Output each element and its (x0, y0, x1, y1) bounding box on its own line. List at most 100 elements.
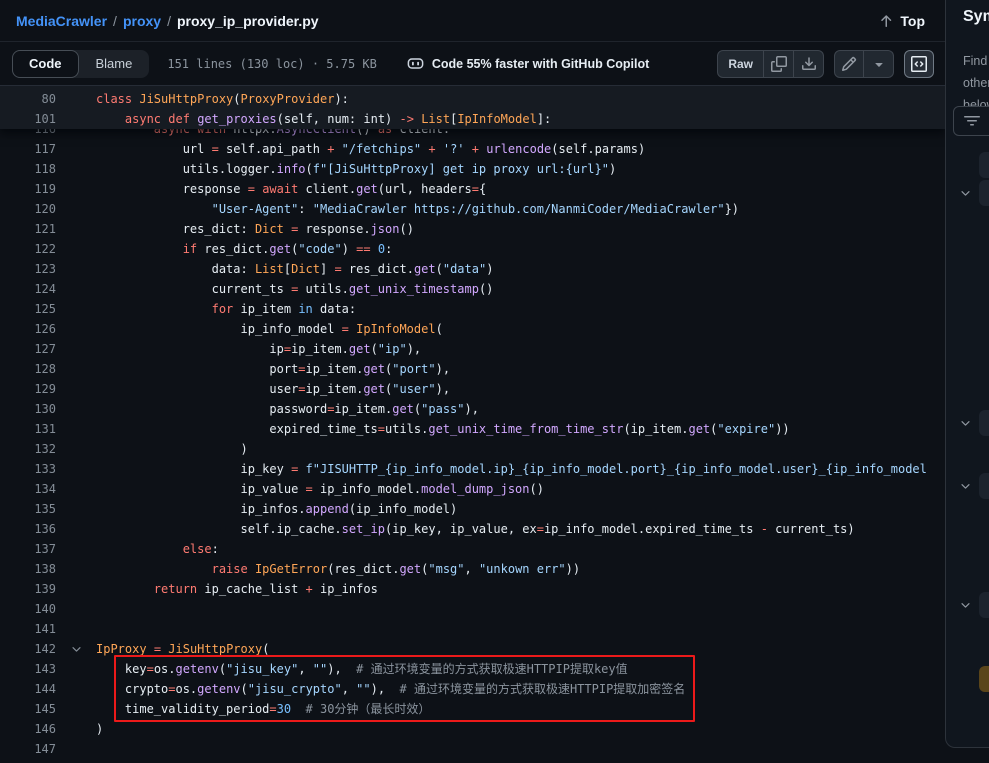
symbols-heading: Symbols (963, 8, 989, 26)
symbol-pill[interactable] (979, 473, 989, 499)
symbol-item[interactable] (946, 180, 989, 206)
code-text: key=os.getenv("jisu_key", ""), # 通过环境变量的… (96, 659, 628, 679)
code-line-136: 136 self.ip_cache.set_ip(ip_key, ip_valu… (0, 519, 945, 539)
code-text: ) (96, 439, 248, 459)
code-text: ip=ip_item.get("ip"), (96, 339, 421, 359)
code-line-120: 120 "User-Agent": "MediaCrawler https://… (0, 199, 945, 219)
chevron-down-icon[interactable] (959, 480, 972, 498)
code-line-135: 135 ip_infos.append(ip_info_model) (0, 499, 945, 519)
symbol-pill[interactable] (979, 152, 989, 178)
line-number[interactable]: 130 (0, 399, 56, 419)
line-number[interactable]: 123 (0, 259, 56, 279)
symbols-filter-button[interactable] (953, 106, 989, 136)
line-number[interactable]: 122 (0, 239, 56, 259)
code-text: ip_info_model = IpInfoModel( (96, 319, 443, 339)
symbols-panel-toggle[interactable] (904, 50, 934, 78)
code-line-138: 138 raise IpGetError(res_dict.get("msg",… (0, 559, 945, 579)
line-gutter (56, 499, 96, 519)
symbol-item[interactable] (946, 592, 989, 618)
line-number[interactable]: 117 (0, 139, 56, 159)
fold-toggle-chevron-icon[interactable] (56, 639, 96, 659)
line-number[interactable]: 134 (0, 479, 56, 499)
line-number[interactable]: 139 (0, 579, 56, 599)
download-button[interactable] (794, 50, 824, 78)
line-number[interactable]: 136 (0, 519, 56, 539)
line-number[interactable]: 143 (0, 659, 56, 679)
code-text: expired_time_ts=utils.get_unix_time_from… (96, 419, 790, 439)
line-gutter (56, 359, 96, 379)
copilot-banner[interactable]: Code 55% faster with GitHub Copilot (407, 55, 649, 72)
line-number[interactable]: 125 (0, 299, 56, 319)
line-number[interactable]: 118 (0, 159, 56, 179)
code-line-131: 131 expired_time_ts=utils.get_unix_time_… (0, 419, 945, 439)
code-line-126: 126 ip_info_model = IpInfoModel( (0, 319, 945, 339)
tab-blame[interactable]: Blame (79, 50, 150, 78)
raw-button[interactable]: Raw (717, 50, 764, 78)
breadcrumb-repo-link[interactable]: MediaCrawler (16, 13, 107, 29)
symbol-item[interactable] (946, 666, 989, 692)
line-number[interactable]: 144 (0, 679, 56, 699)
line-gutter (56, 299, 96, 319)
symbol-pill[interactable] (979, 592, 989, 618)
line-gutter (56, 579, 96, 599)
line-gutter (56, 89, 96, 109)
line-number[interactable]: 133 (0, 459, 56, 479)
line-number[interactable]: 146 (0, 719, 56, 739)
symbol-item[interactable] (946, 152, 989, 178)
code-text: user=ip_item.get("user"), (96, 379, 450, 399)
code-text: password=ip_item.get("pass"), (96, 399, 479, 419)
tab-code[interactable]: Code (12, 50, 79, 78)
code-text: if res_dict.get("code") == 0: (96, 239, 392, 259)
code-blame-switch: Code Blame (12, 50, 149, 78)
line-number[interactable]: 127 (0, 339, 56, 359)
line-number[interactable]: 129 (0, 379, 56, 399)
chevron-down-icon[interactable] (959, 417, 972, 435)
line-number[interactable]: 142 (0, 639, 56, 659)
line-number[interactable]: 145 (0, 699, 56, 719)
line-number[interactable]: 137 (0, 539, 56, 559)
line-number[interactable]: 126 (0, 319, 56, 339)
line-number[interactable]: 131 (0, 419, 56, 439)
line-gutter (56, 339, 96, 359)
line-gutter (56, 159, 96, 179)
line-number[interactable]: 128 (0, 359, 56, 379)
code-text: self.ip_cache.set_ip(ip_key, ip_value, e… (96, 519, 855, 539)
line-number[interactable]: 135 (0, 499, 56, 519)
line-number[interactable]: 141 (0, 619, 56, 639)
line-number[interactable]: 101 (0, 109, 56, 129)
code-line-139: 139 return ip_cache_list + ip_infos (0, 579, 945, 599)
chevron-down-icon[interactable] (959, 187, 972, 205)
breadcrumb-file-name: proxy_ip_provider.py (177, 13, 319, 29)
code-text: for ip_item in data: (96, 299, 356, 319)
line-number[interactable]: 120 (0, 199, 56, 219)
line-number[interactable]: 147 (0, 739, 56, 759)
symbol-item[interactable] (946, 473, 989, 499)
code-line-124: 124 current_ts = utils.get_unix_timestam… (0, 279, 945, 299)
copy-raw-button[interactable] (764, 50, 794, 78)
line-number[interactable]: 121 (0, 219, 56, 239)
symbol-pill[interactable] (979, 180, 989, 206)
code-text: url = self.api_path + "/fetchips" + '?' … (96, 139, 645, 159)
symbol-item[interactable] (946, 410, 989, 436)
line-number[interactable]: 138 (0, 559, 56, 579)
code-line-117: 117 url = self.api_path + "/fetchips" + … (0, 139, 945, 159)
symbol-pill[interactable] (979, 410, 989, 436)
symbol-pill-highlighted[interactable] (979, 666, 989, 692)
edit-dropdown-button[interactable] (864, 50, 894, 78)
line-gutter (56, 219, 96, 239)
line-number[interactable]: 140 (0, 599, 56, 619)
edit-button[interactable] (834, 50, 864, 78)
line-gutter (56, 459, 96, 479)
breadcrumb-folder-link[interactable]: proxy (123, 13, 161, 29)
line-number[interactable]: 132 (0, 439, 56, 459)
line-number[interactable]: 124 (0, 279, 56, 299)
back-to-top-button[interactable]: Top (878, 13, 925, 29)
line-number[interactable]: 119 (0, 179, 56, 199)
line-number[interactable]: 80 (0, 89, 56, 109)
code-line-144: 144 crypto=os.getenv("jisu_crypto", ""),… (0, 679, 945, 699)
code-line-140: 140 (0, 599, 945, 619)
code-text: res_dict: Dict = response.json() (96, 219, 414, 239)
chevron-down-icon[interactable] (959, 599, 972, 617)
pencil-icon (841, 56, 857, 72)
code-text: ) (96, 719, 103, 739)
